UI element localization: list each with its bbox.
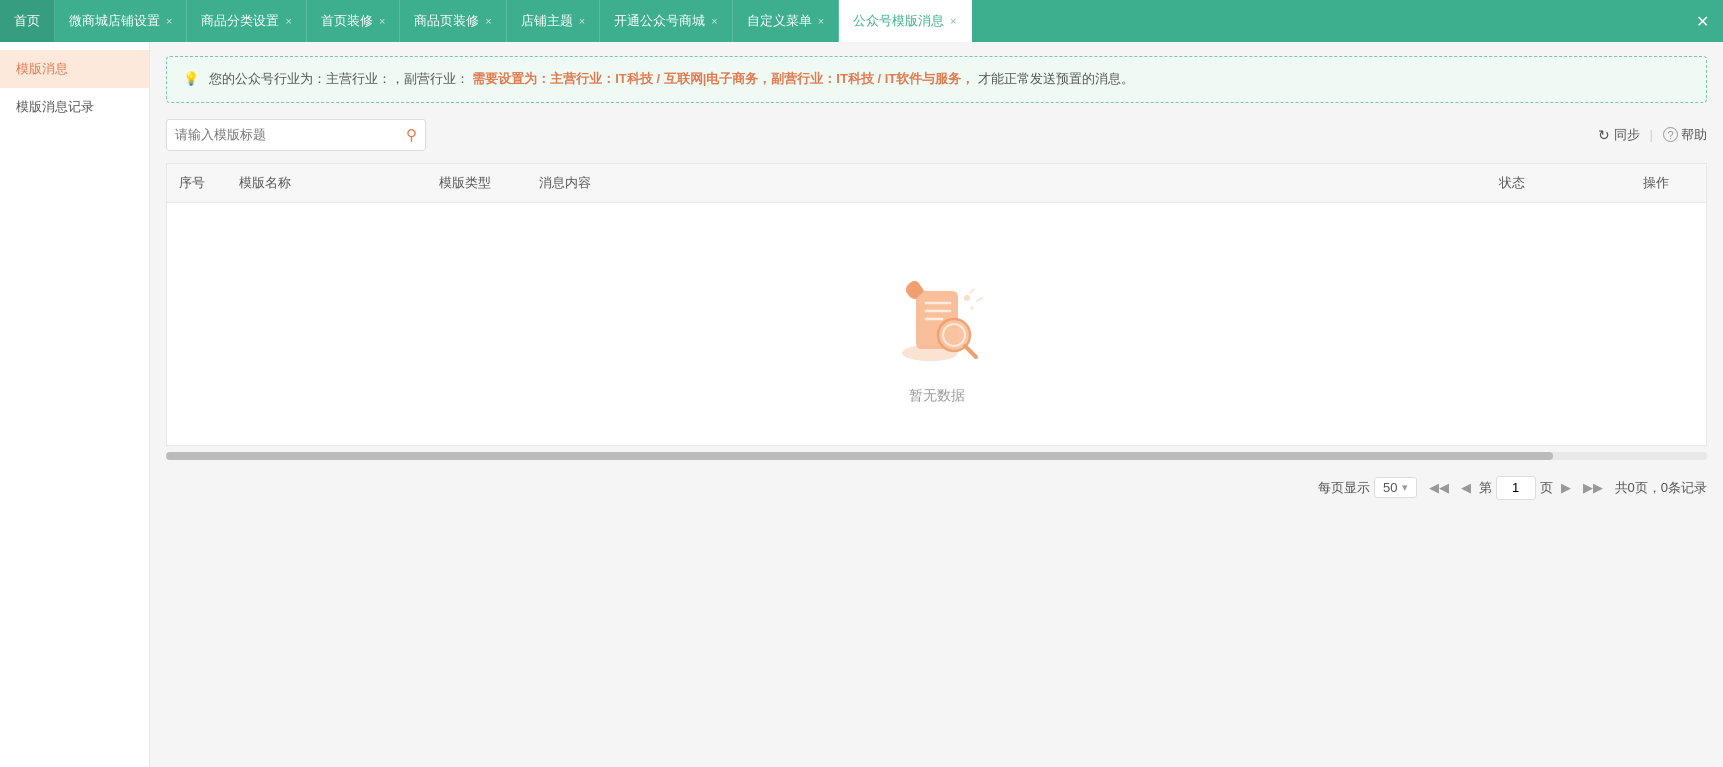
nav-tab-product-decor-label: 商品页装修: [414, 12, 479, 30]
sidebar-item-template-msg-log[interactable]: 模版消息记录: [0, 88, 149, 126]
nav-tab-store[interactable]: 微商城店铺设置 ×: [55, 0, 187, 42]
scrollbar-thumb[interactable]: [166, 452, 1553, 460]
nav-tab-product-decor[interactable]: 商品页装修 ×: [400, 0, 506, 42]
page-size-value: 50: [1383, 480, 1397, 495]
notice-box: 💡 您的公众号行业为：主营行业：，副营行业： 需要设置为：主营行业：IT科技 /…: [166, 56, 1707, 103]
col-header-status: 状态: [1487, 163, 1607, 202]
close-icon[interactable]: ×: [711, 15, 717, 27]
page-total: 共0页，0条记录: [1615, 479, 1707, 497]
data-table: 序号 模版名称 模版类型 消息内容 状态 操作: [166, 163, 1707, 446]
svg-line-6: [965, 346, 976, 357]
nav-tab-theme-label: 店铺主题: [521, 12, 573, 30]
help-button[interactable]: ? 帮助: [1663, 126, 1707, 144]
table-header-row: 序号 模版名称 模版类型 消息内容 状态 操作: [167, 163, 1707, 202]
page-size-dropdown[interactable]: 50 ▾: [1374, 477, 1416, 498]
pagination: 每页显示 50 ▾ ◀◀ ◀ 第 页 ▶ ▶▶ 共0页，0条记录: [166, 466, 1707, 504]
next-page-button[interactable]: ▶: [1557, 478, 1575, 497]
empty-state: 暂无数据: [167, 203, 1706, 445]
close-all-icon: ✕: [1696, 13, 1709, 30]
sync-help-area: ↻ 同步 | ? 帮助: [1598, 126, 1707, 144]
close-icon[interactable]: ×: [166, 15, 172, 27]
nav-tab-template-msg-label: 公众号模版消息: [853, 12, 944, 30]
close-icon[interactable]: ×: [950, 15, 956, 27]
nav-tab-category[interactable]: 商品分类设置 ×: [187, 0, 306, 42]
close-icon[interactable]: ×: [818, 15, 824, 27]
close-icon[interactable]: ×: [379, 15, 385, 27]
question-icon: ?: [1663, 127, 1678, 142]
page-nav: ◀◀ ◀ 第 页 ▶ ▶▶: [1425, 476, 1607, 500]
col-header-index: 序号: [167, 163, 227, 202]
search-icon[interactable]: ⚲: [406, 126, 417, 144]
sidebar-item-template-msg[interactable]: 模版消息: [0, 50, 149, 88]
search-row: ⚲ ↻ 同步 | ? 帮助: [166, 119, 1707, 151]
page-size-select: 每页显示 50 ▾: [1318, 477, 1416, 498]
col-header-name: 模版名称: [227, 163, 427, 202]
close-icon[interactable]: ×: [485, 15, 491, 27]
nav-tab-theme[interactable]: 店铺主题 ×: [507, 0, 600, 42]
close-icon[interactable]: ×: [579, 15, 585, 27]
nav-tab-mall-label: 开通公众号商城: [614, 12, 705, 30]
refresh-icon: ↻: [1598, 127, 1610, 143]
last-page-button[interactable]: ▶▶: [1579, 478, 1607, 497]
search-input-wrap: ⚲: [166, 119, 426, 151]
page-label-suf: 页: [1540, 479, 1553, 497]
nav-tab-category-label: 商品分类设置: [201, 12, 279, 30]
nav-tab-home-decor-label: 首页装修: [321, 12, 373, 30]
close-icon[interactable]: ×: [285, 15, 291, 27]
sync-label: 同步: [1614, 126, 1640, 144]
help-label: 帮助: [1681, 126, 1707, 144]
col-header-action: 操作: [1607, 163, 1707, 202]
notice-suffix: 才能正常发送预置的消息。: [978, 71, 1134, 86]
nav-tab-menu[interactable]: 自定义菜单 ×: [733, 0, 839, 42]
first-page-button[interactable]: ◀◀: [1425, 478, 1453, 497]
notice-highlight: 需要设置为：主营行业：IT科技 / 互联网|电子商务，副营行业：IT科技 / I…: [472, 71, 974, 86]
col-header-type: 模版类型: [427, 163, 527, 202]
nav-tab-template-msg[interactable]: 公众号模版消息 ×: [839, 0, 971, 42]
empty-text: 暂无数据: [909, 387, 965, 405]
search-input[interactable]: [175, 127, 406, 142]
sidebar-item-template-msg-label: 模版消息: [16, 61, 68, 76]
nav-tab-store-label: 微商城店铺设置: [69, 12, 160, 30]
nav-tab-home-decor[interactable]: 首页装修 ×: [307, 0, 400, 42]
svg-point-7: [964, 295, 970, 301]
page-label-pre: 第: [1479, 479, 1492, 497]
empty-illustration: [882, 263, 992, 373]
prev-page-button[interactable]: ◀: [1457, 478, 1475, 497]
content-area: 💡 您的公众号行业为：主营行业：，副营行业： 需要设置为：主营行业：IT科技 /…: [150, 42, 1723, 767]
sidebar: 模版消息 模版消息记录: [0, 42, 150, 767]
horizontal-scrollbar[interactable]: [166, 452, 1707, 460]
nav-tab-home[interactable]: 首页: [0, 0, 55, 42]
sync-button[interactable]: ↻ 同步: [1598, 126, 1640, 144]
svg-line-10: [977, 298, 982, 301]
page-size-label: 每页显示: [1318, 479, 1370, 497]
notice-prefix: 您的公众号行业为：主营行业：，副营行业：: [209, 71, 469, 86]
nav-tab-mall[interactable]: 开通公众号商城 ×: [600, 0, 732, 42]
main-layout: 模版消息 模版消息记录 💡 您的公众号行业为：主营行业：，副营行业： 需要设置为…: [0, 42, 1723, 767]
nav-tab-menu-label: 自定义菜单: [747, 12, 812, 30]
svg-point-8: [970, 306, 974, 310]
lightbulb-icon: 💡: [183, 71, 199, 86]
pipe-divider: |: [1650, 127, 1653, 142]
chevron-down-icon: ▾: [1402, 481, 1408, 494]
nav-tab-home-label: 首页: [14, 12, 40, 30]
page-number-input[interactable]: [1496, 476, 1536, 500]
svg-line-9: [970, 289, 974, 293]
sidebar-item-template-msg-log-label: 模版消息记录: [16, 99, 94, 114]
col-header-content: 消息内容: [527, 163, 1487, 202]
top-nav: 首页 微商城店铺设置 × 商品分类设置 × 首页装修 × 商品页装修 × 店铺主…: [0, 0, 1723, 42]
close-all-button[interactable]: ✕: [1682, 12, 1723, 31]
